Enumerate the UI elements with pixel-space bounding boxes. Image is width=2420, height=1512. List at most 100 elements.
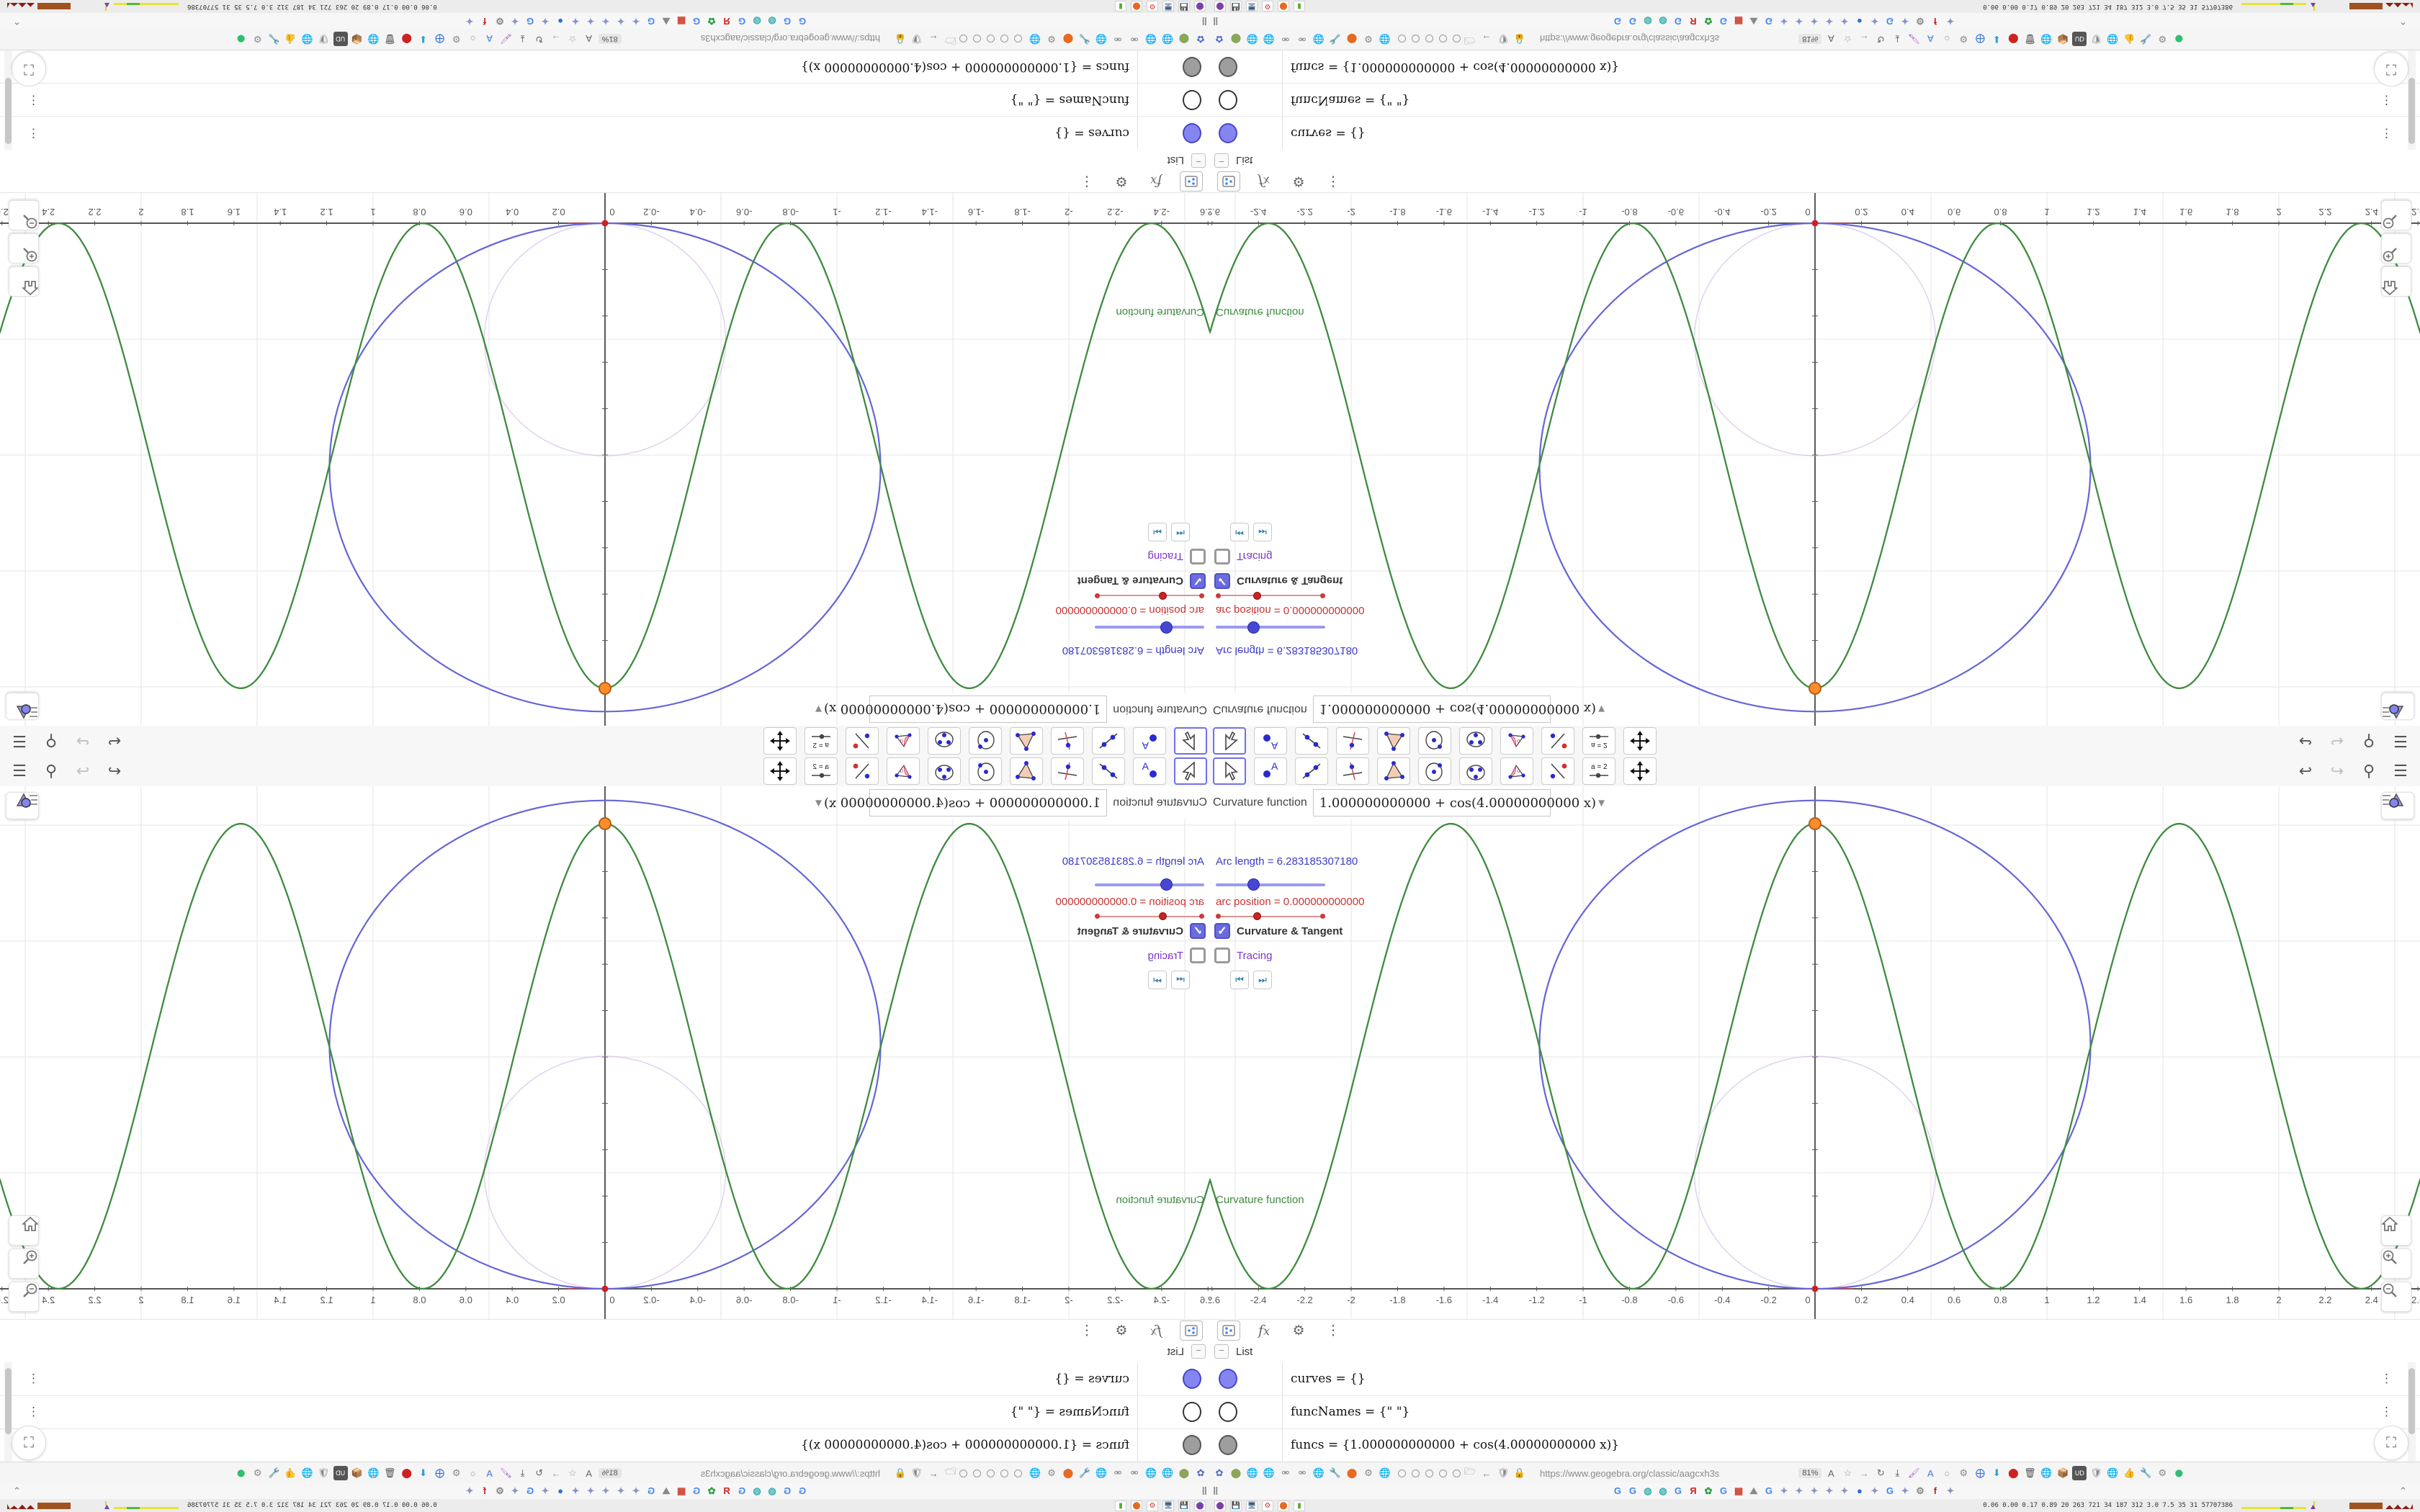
ext-refresh-icon[interactable]: ↻ xyxy=(1873,1466,1888,1480)
ext-down-icon[interactable]: ⬇ xyxy=(1989,1466,2004,1480)
ext-plus-icon[interactable]: ⨁ xyxy=(1973,32,1987,46)
bookmark-favicon[interactable]: G xyxy=(1626,16,1639,27)
kebab-icon[interactable]: ⋮ xyxy=(1322,1321,1344,1340)
row-kebab-icon[interactable]: ⋮ xyxy=(2380,84,2393,117)
bookmark-favicon[interactable]: ✦ xyxy=(464,1485,476,1497)
ext-circle-icon[interactable]: ○ xyxy=(1940,1466,1954,1480)
lock-icon[interactable]: 🔒 xyxy=(1512,1466,1527,1480)
graphics-view[interactable]: -2.6 -2.4 -2.2 -2 -1.8 -1.6 -1.4 -1.2 -1 -0.8 -0.6… xyxy=(0,786,1210,1319)
bookmark-favicon[interactable]: ✦ xyxy=(570,15,582,27)
zoom-in-button[interactable] xyxy=(2381,1248,2411,1279)
bookmark-favicon[interactable]: ✦ xyxy=(1868,15,1881,27)
ext-shield-icon[interactable]: 🛡 xyxy=(2089,1466,2103,1480)
bookmark-favicon[interactable]: G xyxy=(1717,1485,1729,1496)
ext-translate-icon[interactable]: A xyxy=(1923,32,1937,46)
bookmark-favicon[interactable]: ✦ xyxy=(1823,15,1835,27)
scrollbar-thumb[interactable] xyxy=(5,78,12,144)
zoom-out-button[interactable] xyxy=(2381,1282,2411,1312)
tool-line[interactable] xyxy=(1295,757,1328,785)
bookmark-favicon[interactable]: ✦ xyxy=(1808,1485,1820,1497)
grid-panel-icon[interactable] xyxy=(1180,171,1203,192)
ext-thumb-icon[interactable]: 👍 xyxy=(2122,32,2136,46)
ext-forward-icon[interactable]: → xyxy=(1857,1466,1871,1480)
wrench-icon[interactable]: 🔧 xyxy=(1077,32,1092,46)
ext-trash-icon[interactable]: 🗑 xyxy=(383,1466,398,1480)
collapse-button[interactable]: − xyxy=(1191,1344,1206,1359)
bookmark-favicon[interactable]: G xyxy=(1762,1485,1775,1496)
tool-circle[interactable] xyxy=(1418,757,1451,785)
arc-length-slider[interactable] xyxy=(1095,878,1204,891)
headset-icon[interactable]: ⚮ xyxy=(1295,32,1309,46)
globe-icon[interactable]: 🌐 xyxy=(1160,1466,1175,1480)
dropdown-caret-icon[interactable]: ▼ xyxy=(1596,797,1607,809)
tool-circle[interactable] xyxy=(969,727,1002,755)
ext-globe-icon[interactable]: 🌐 xyxy=(2039,1466,2053,1480)
arc-position-slider[interactable] xyxy=(1216,589,1325,602)
bookmark-favicon[interactable]: ▦ xyxy=(1732,1485,1744,1497)
globe-icon[interactable]: 🌐 xyxy=(1378,32,1392,46)
bookmark-favicon[interactable]: ⛰ xyxy=(1747,1485,1760,1497)
tool-ellipse[interactable] xyxy=(1459,727,1492,755)
globe-icon[interactable]: 🌐 xyxy=(1378,1466,1392,1480)
url-text[interactable]: https://www.geogebra.org/classic/aagcxh3… xyxy=(1540,34,1719,45)
taskbar-app-firefox[interactable]: ⬤ xyxy=(1131,1,1142,12)
bookmark-favicon[interactable]: ✦ xyxy=(464,15,476,27)
graphics-style-button[interactable] xyxy=(2381,693,2414,720)
gear-icon[interactable]: ⚙ xyxy=(1288,172,1309,191)
row-kebab-icon[interactable]: ⋮ xyxy=(27,117,40,150)
step-forward-button[interactable]: ⏭ xyxy=(1253,971,1272,989)
fx-icon[interactable]: fx xyxy=(1145,172,1167,191)
arc-position-slider-track[interactable] xyxy=(1216,595,1325,596)
taskbar-app-firefox[interactable]: ⬤ xyxy=(1278,1500,1289,1511)
search-icon[interactable]: ⚲ xyxy=(40,760,62,782)
bookmark-favicon[interactable]: ⛰ xyxy=(660,15,673,27)
visibility-toggle-funcNames[interactable] xyxy=(1183,1402,1201,1422)
zoom-in-button[interactable] xyxy=(9,233,39,264)
tracing-checkbox[interactable] xyxy=(1214,549,1230,564)
ext-globe-icon[interactable]: 🌐 xyxy=(2039,32,2053,46)
ext-refresh-icon[interactable]: ↻ xyxy=(532,1466,547,1480)
bookmark-favicon[interactable]: G xyxy=(736,16,748,27)
tab-favicon-dot[interactable] xyxy=(987,1469,995,1477)
url-text[interactable]: https://www.geogebra.org/classic/aagcxh3… xyxy=(1540,1468,1719,1479)
arc-length-slider-track[interactable] xyxy=(1095,883,1204,886)
bookmark-favicon[interactable]: f xyxy=(479,16,491,27)
tab-favicon-dot[interactable] xyxy=(1014,1469,1022,1477)
scrollbar-thumb[interactable] xyxy=(2408,78,2415,144)
ext-record-icon[interactable]: ⬤ xyxy=(2006,32,2020,46)
bookmark-favicon[interactable]: G xyxy=(524,16,537,27)
back-arrow-icon[interactable]: ← xyxy=(926,1466,941,1480)
tool-angle[interactable]: α xyxy=(1500,757,1533,785)
bookmark-favicon[interactable]: ◍ xyxy=(1657,15,1669,27)
graphics-view[interactable]: -2.6 -2.4 -2.2 -2 -1.8 -1.6 -1.4 -1.2 -1 -0.8 -0.6… xyxy=(0,193,1210,726)
wrench-icon[interactable]: 🔧 xyxy=(1328,32,1343,46)
bookmark-favicon[interactable]: G xyxy=(1611,1485,1623,1496)
tool-line-point[interactable] xyxy=(846,727,879,755)
row-kebab-icon[interactable]: ⋮ xyxy=(2380,1362,2393,1395)
bookmark-favicon[interactable]: G xyxy=(1717,16,1729,27)
ext-thumb-icon[interactable]: 👍 xyxy=(2122,1466,2136,1480)
ext-circle-icon[interactable]: ○ xyxy=(466,1466,480,1480)
tracing-checkbox[interactable] xyxy=(1214,948,1230,963)
firefox-icon[interactable]: ⬤ xyxy=(1345,1466,1359,1480)
bookmark-favicon[interactable]: ✦ xyxy=(1838,1485,1850,1497)
collapse-button[interactable]: − xyxy=(1214,1344,1229,1359)
bookmark-favicon[interactable]: ✦ xyxy=(539,15,552,27)
arc-length-slider-track[interactable] xyxy=(1216,626,1325,629)
ext-globe-icon[interactable]: 🌐 xyxy=(300,32,315,46)
fullscreen-button[interactable]: ⛶ xyxy=(2374,1426,2408,1460)
curvature-tangent-checkbox[interactable]: ✓ xyxy=(1214,923,1230,939)
graphics-view[interactable]: -2.6 -2.4 -2.2 -2 -1.8 -1.6 -1.4 -1.2 -1 -0.8 -0.6… xyxy=(1210,786,2420,1319)
algebra-row-curves[interactable]: curves = {} ⋮ xyxy=(1210,116,2420,150)
taskbar-app-monitor[interactable]: 🖥 xyxy=(1162,1,1174,12)
bookmark-favicon[interactable]: G xyxy=(1611,16,1623,27)
tool-angle[interactable]: α xyxy=(1500,727,1533,755)
globe-icon[interactable]: 🌐 xyxy=(1262,32,1276,46)
tab-favicon-dot[interactable] xyxy=(1453,35,1461,43)
geogebra-logo-icon[interactable]: ✿ xyxy=(1212,32,1227,46)
ext-forward-icon[interactable]: → xyxy=(549,1466,563,1480)
search-icon[interactable]: ⚲ xyxy=(40,730,62,752)
tool-slider[interactable]: a = 2 xyxy=(805,757,838,785)
bookmark-favicon[interactable]: G xyxy=(524,1485,537,1496)
visibility-toggle-funcNames[interactable] xyxy=(1219,90,1237,110)
